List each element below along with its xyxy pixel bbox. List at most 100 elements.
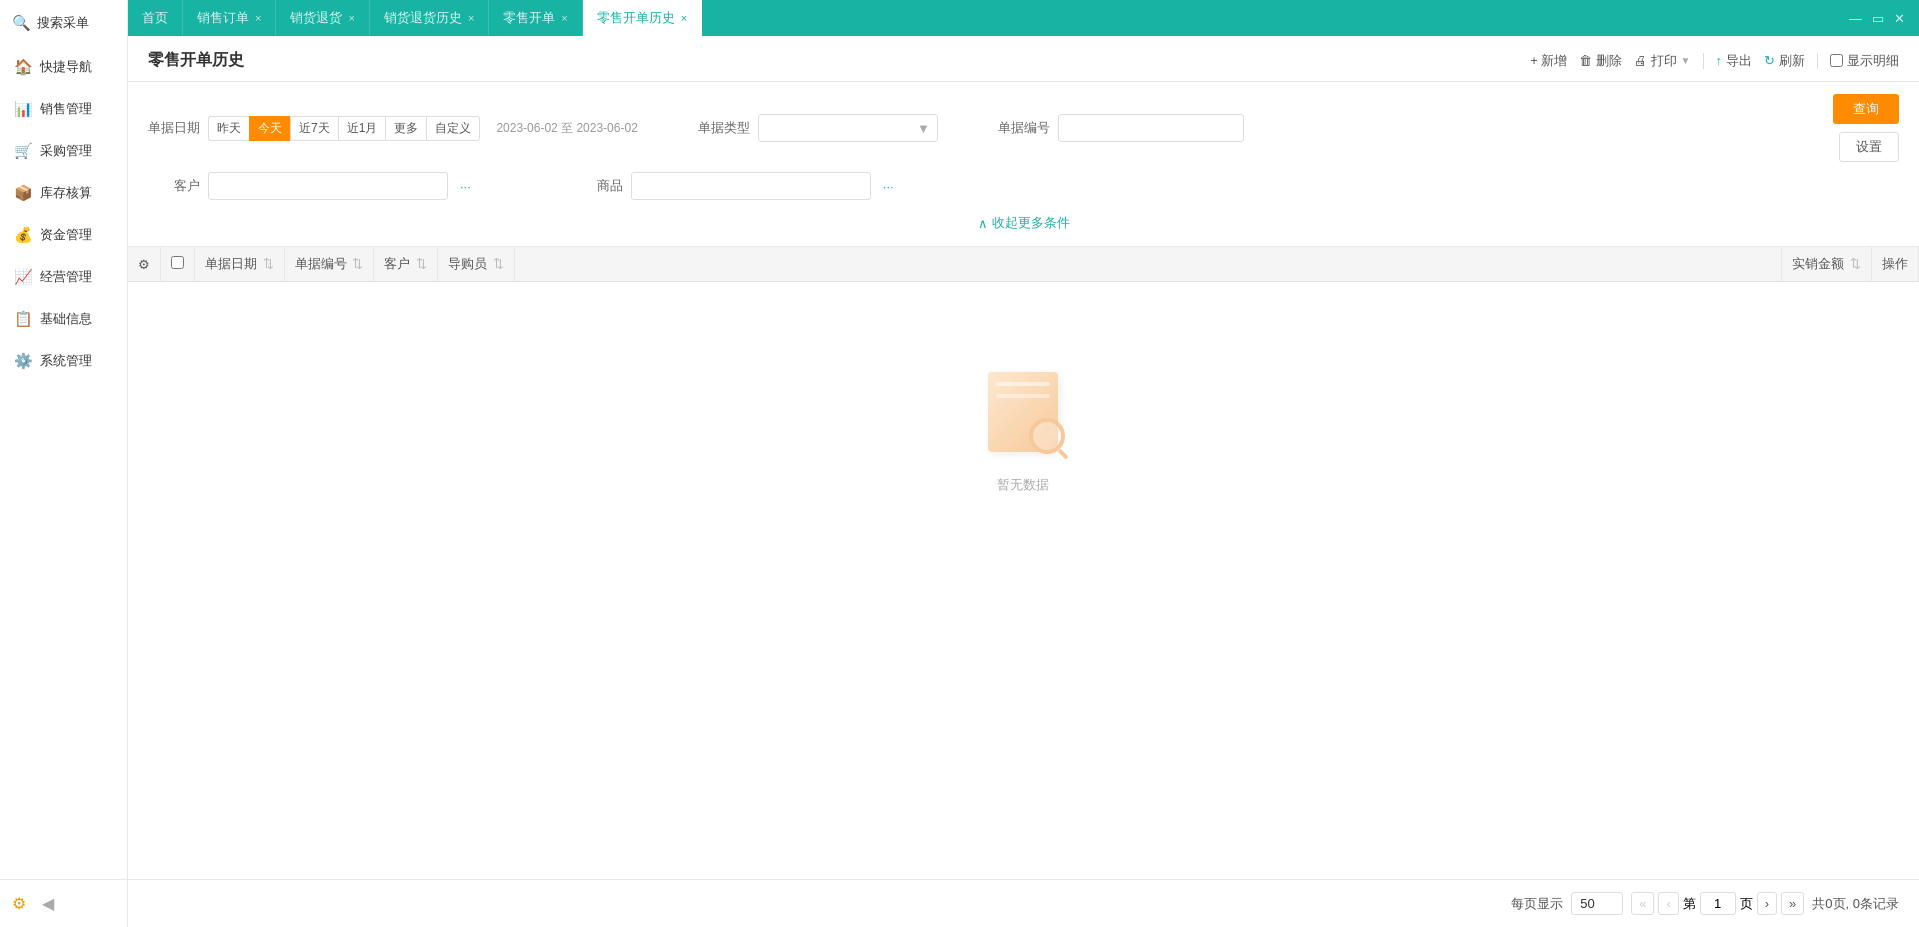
add-button[interactable]: + 新增 <box>1530 52 1567 70</box>
export-button[interactable]: ↑ 导出 <box>1716 52 1753 70</box>
tab-sales-order-close[interactable]: × <box>255 12 261 24</box>
export-btn-label: 导出 <box>1726 52 1752 70</box>
customer-more-icon[interactable]: ··· <box>460 179 471 194</box>
col-settings[interactable]: ⚙ <box>128 247 161 282</box>
doc-no-label: 单据编号 <box>998 119 1050 137</box>
table-wrapper: ⚙ 单据日期 ⇅ 单据编号 ⇅ <box>128 247 1919 879</box>
col-guide[interactable]: 导购员 ⇅ <box>437 247 514 282</box>
settings-icon[interactable]: ⚙ <box>12 894 26 913</box>
product-input[interactable] <box>631 172 871 200</box>
tab-sales-return-close[interactable]: × <box>348 12 354 24</box>
col-amount[interactable]: 实销金额 ⇅ <box>1782 247 1872 282</box>
date-btn-yesterday[interactable]: 昨天 <box>208 116 249 141</box>
tab-home-label: 首页 <box>142 9 168 27</box>
customer-sort-icon: ⇅ <box>416 256 427 271</box>
toolbar: + 新增 🗑 删除 🖨 打印 ▼ ↑ 导出 ↻ 刷新 <box>1530 52 1899 70</box>
filter-customer-field: 客户 ··· <box>148 172 471 200</box>
last-page-btn[interactable]: » <box>1781 892 1804 915</box>
print-button[interactable]: 🖨 打印 ▼ <box>1634 52 1691 70</box>
date-btn-today[interactable]: 今天 <box>249 116 290 141</box>
sidebar-item-basic-info[interactable]: 📋 基础信息 <box>0 298 127 340</box>
sidebar-item-quick-nav[interactable]: 🏠 快捷导航 <box>0 46 127 88</box>
print-dropdown-icon[interactable]: ▼ <box>1681 55 1691 66</box>
first-page-btn[interactable]: « <box>1631 892 1654 915</box>
empty-row: 暂无数据 <box>128 282 1919 555</box>
product-more-icon[interactable]: ··· <box>883 179 894 194</box>
setting-button[interactable]: 设置 <box>1839 132 1899 162</box>
prev-page-btn[interactable]: ‹ <box>1658 892 1678 915</box>
sidebar-item-sys-mgmt[interactable]: ⚙️ 系统管理 <box>0 340 127 382</box>
tab-retail-open-history[interactable]: 零售开单历史 × <box>583 0 702 36</box>
sidebar-item-purchase-mgmt[interactable]: 🛒 采购管理 <box>0 130 127 172</box>
date-btn-more[interactable]: 更多 <box>385 116 426 141</box>
col-customer[interactable]: 客户 ⇅ <box>374 247 438 282</box>
empty-magnifier-shape <box>1029 418 1065 454</box>
page-number-input[interactable] <box>1700 892 1736 915</box>
col-action: 操作 <box>1872 247 1919 282</box>
refresh-button[interactable]: ↻ 刷新 <box>1764 52 1805 70</box>
chart-icon: 📊 <box>14 100 32 118</box>
collapse-label: 收起更多条件 <box>992 214 1070 232</box>
page-header: 零售开单历史 + 新增 🗑 删除 🖨 打印 ▼ ↑ 导出 ↻ <box>128 36 1919 82</box>
sidebar-item-inventory[interactable]: 📦 库存核算 <box>0 172 127 214</box>
refresh-icon: ↻ <box>1764 53 1775 68</box>
col-date[interactable]: 单据日期 ⇅ <box>195 247 285 282</box>
main-area: 首页 销售订单 × 销货退货 × 销货退货历史 × 零售开单 × 零售开单历史 … <box>128 0 1919 927</box>
close-window-btn[interactable]: ✕ <box>1894 11 1905 26</box>
per-page-select-wrapper: 50 10 20 100 <box>1571 892 1623 915</box>
show-detail-checkbox[interactable] <box>1830 54 1843 67</box>
col-checkbox[interactable] <box>161 247 195 282</box>
query-button[interactable]: 查询 <box>1833 94 1899 124</box>
sidebar-item-label: 采购管理 <box>40 142 92 160</box>
sidebar-item-sales-mgmt[interactable]: 📊 销售管理 <box>0 88 127 130</box>
pagination-nav: « ‹ 第 页 › » <box>1631 892 1804 915</box>
sidebar-search-label: 搜索采单 <box>37 14 89 32</box>
tab-sales-return[interactable]: 销货退货 × <box>276 0 369 36</box>
window-controls: — ▭ ✕ <box>1835 11 1919 26</box>
customer-label: 客户 <box>148 177 200 195</box>
filter-date-field: 单据日期 昨天 今天 近7天 近1月 更多 自定义 2023-06-02 至 2… <box>148 116 638 141</box>
tab-retail-open[interactable]: 零售开单 × <box>489 0 582 36</box>
filter-area: 单据日期 昨天 今天 近7天 近1月 更多 自定义 2023-06-02 至 2… <box>128 82 1919 247</box>
restore-btn[interactable]: ▭ <box>1872 11 1884 26</box>
sidebar-item-operations[interactable]: 📈 经营管理 <box>0 256 127 298</box>
col-spacer <box>514 247 1782 282</box>
sidebar-item-label: 销售管理 <box>40 100 92 118</box>
show-detail-toggle[interactable]: 显示明细 <box>1830 52 1899 70</box>
select-all-checkbox[interactable] <box>171 256 184 269</box>
sidebar: 🔍 搜索采单 🏠 快捷导航 📊 销售管理 🛒 采购管理 📦 库存核算 💰 资金管… <box>0 0 128 927</box>
page-suffix: 页 <box>1740 895 1753 913</box>
home-icon: 🏠 <box>14 58 32 76</box>
number-sort-icon: ⇅ <box>352 256 363 271</box>
tab-sales-return-history-close[interactable]: × <box>468 12 474 24</box>
sidebar-search[interactable]: 🔍 搜索采单 <box>0 0 127 46</box>
per-page-select[interactable]: 50 10 20 100 <box>1571 892 1623 915</box>
tab-retail-open-close[interactable]: × <box>561 12 567 24</box>
sidebar-item-finance[interactable]: 💰 资金管理 <box>0 214 127 256</box>
tab-sales-return-history[interactable]: 销货退货历史 × <box>370 0 489 36</box>
filter-doc-no-field: 单据编号 <box>998 114 1244 142</box>
col-number[interactable]: 单据编号 ⇅ <box>284 247 374 282</box>
next-page-btn[interactable]: › <box>1757 892 1777 915</box>
tab-sales-order[interactable]: 销售订单 × <box>183 0 276 36</box>
tab-retail-open-history-close[interactable]: × <box>681 12 687 24</box>
collapse-bar[interactable]: ∧ 收起更多条件 <box>148 210 1899 240</box>
filter-product-field: 商品 ··· <box>571 172 894 200</box>
date-btn-last1month[interactable]: 近1月 <box>338 116 386 141</box>
table-gear-icon[interactable]: ⚙ <box>138 257 150 272</box>
tab-home[interactable]: 首页 <box>128 0 183 36</box>
info-icon: 📋 <box>14 310 32 328</box>
empty-area: 暂无数据 <box>128 282 1919 554</box>
content-area: 零售开单历史 + 新增 🗑 删除 🖨 打印 ▼ ↑ 导出 ↻ <box>128 36 1919 927</box>
sidebar-item-label: 系统管理 <box>40 352 92 370</box>
customer-input[interactable] <box>208 172 448 200</box>
date-btn-custom[interactable]: 自定义 <box>426 116 480 141</box>
sidebar-item-label: 资金管理 <box>40 226 92 244</box>
date-filter-label: 单据日期 <box>148 119 200 137</box>
delete-button[interactable]: 🗑 删除 <box>1579 52 1622 70</box>
collapse-icon[interactable]: ◀ <box>42 894 54 913</box>
doc-no-input[interactable] <box>1058 114 1244 142</box>
minimize-btn[interactable]: — <box>1849 11 1862 26</box>
date-btn-last7[interactable]: 近7天 <box>290 116 338 141</box>
doc-type-select[interactable] <box>758 114 938 142</box>
